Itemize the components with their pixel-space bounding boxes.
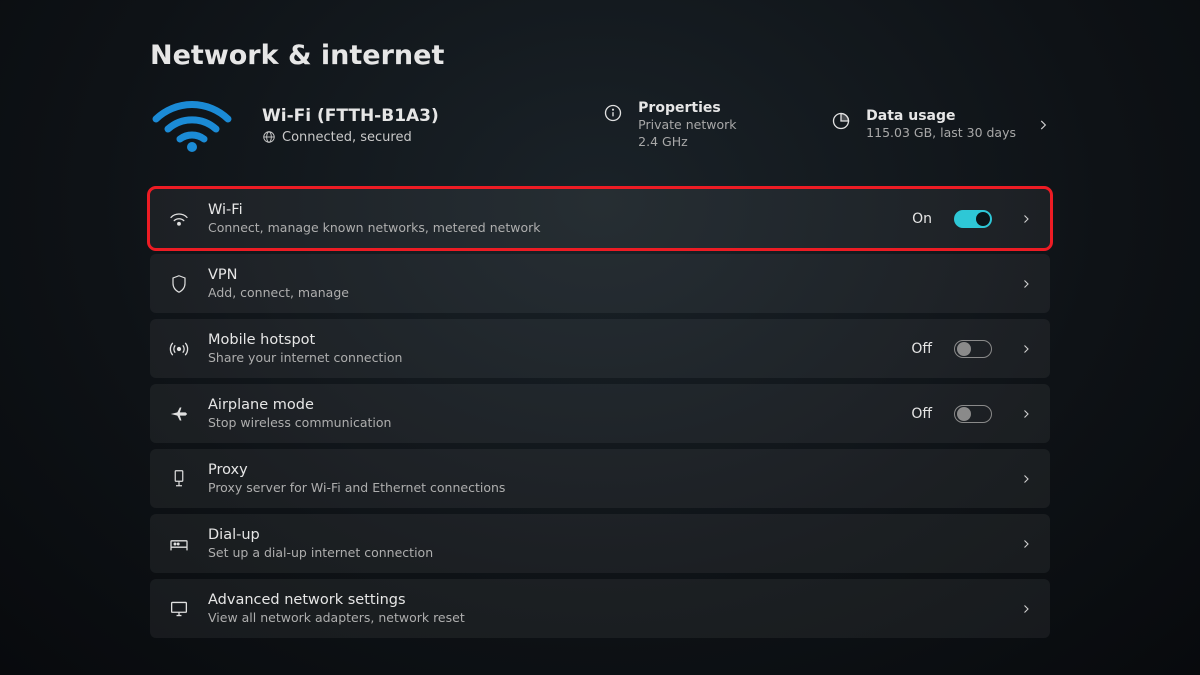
hotspot-state-label: Off bbox=[911, 341, 932, 357]
chevron-right-icon bbox=[1020, 343, 1032, 355]
monitor-icon bbox=[168, 600, 190, 618]
data-usage-button[interactable]: Data usage 115.03 GB, last 30 days bbox=[830, 108, 1050, 142]
row-vpn[interactable]: VPN Add, connect, manage bbox=[150, 254, 1050, 313]
properties-line1: Private network bbox=[638, 116, 736, 134]
connection-name: Wi-Fi (FTTH-B1A3) bbox=[262, 106, 439, 126]
chevron-right-icon bbox=[1020, 538, 1032, 550]
globe-icon bbox=[262, 130, 276, 144]
advanced-title: Advanced network settings bbox=[208, 592, 992, 608]
data-usage-line1: 115.03 GB, last 30 days bbox=[866, 124, 1016, 142]
wifi-state-label: On bbox=[912, 211, 932, 227]
settings-list: Wi-Fi Connect, manage known networks, me… bbox=[150, 189, 1050, 638]
hotspot-sub: Share your internet connection bbox=[208, 350, 893, 365]
airplane-state-label: Off bbox=[911, 406, 932, 422]
row-advanced-network[interactable]: Advanced network settings View all netwo… bbox=[150, 579, 1050, 638]
proxy-sub: Proxy server for Wi-Fi and Ethernet conn… bbox=[208, 480, 992, 495]
row-dialup[interactable]: Dial-up Set up a dial-up internet connec… bbox=[150, 514, 1050, 573]
row-airplane-mode[interactable]: Airplane mode Stop wireless communicatio… bbox=[150, 384, 1050, 443]
hotspot-title: Mobile hotspot bbox=[208, 332, 893, 348]
shield-icon bbox=[168, 274, 190, 294]
chevron-right-icon bbox=[1020, 603, 1032, 615]
row-proxy[interactable]: Proxy Proxy server for Wi-Fi and Etherne… bbox=[150, 449, 1050, 508]
data-usage-title: Data usage bbox=[866, 108, 1016, 124]
row-mobile-hotspot[interactable]: Mobile hotspot Share your internet conne… bbox=[150, 319, 1050, 378]
wifi-title: Wi-Fi bbox=[208, 202, 894, 218]
info-icon bbox=[602, 102, 624, 124]
chevron-right-icon bbox=[1020, 408, 1032, 420]
wifi-icon bbox=[168, 211, 190, 227]
proxy-title: Proxy bbox=[208, 462, 992, 478]
vpn-sub: Add, connect, manage bbox=[208, 285, 992, 300]
dialup-icon bbox=[168, 536, 190, 552]
network-status-row: Wi-Fi (FTTH-B1A3) Connected, secured Pro… bbox=[150, 95, 1050, 155]
wifi-signal-icon bbox=[150, 95, 234, 155]
wifi-toggle[interactable] bbox=[954, 210, 992, 228]
proxy-icon bbox=[168, 469, 190, 489]
dialup-title: Dial-up bbox=[208, 527, 992, 543]
chevron-right-icon bbox=[1036, 118, 1050, 132]
chevron-right-icon bbox=[1020, 473, 1032, 485]
wifi-sub: Connect, manage known networks, metered … bbox=[208, 220, 894, 235]
row-wifi[interactable]: Wi-Fi Connect, manage known networks, me… bbox=[150, 189, 1050, 248]
advanced-sub: View all network adapters, network reset bbox=[208, 610, 992, 625]
airplane-sub: Stop wireless communication bbox=[208, 415, 893, 430]
dialup-sub: Set up a dial-up internet connection bbox=[208, 545, 992, 560]
page-title: Network & internet bbox=[150, 40, 1050, 71]
airplane-icon bbox=[168, 405, 190, 423]
connection-info: Wi-Fi (FTTH-B1A3) Connected, secured bbox=[262, 106, 439, 145]
chevron-right-icon bbox=[1020, 213, 1032, 225]
chevron-right-icon bbox=[1020, 278, 1032, 290]
vpn-title: VPN bbox=[208, 267, 992, 283]
hotspot-toggle[interactable] bbox=[954, 340, 992, 358]
airplane-toggle[interactable] bbox=[954, 405, 992, 423]
data-usage-icon bbox=[830, 110, 852, 132]
properties-title: Properties bbox=[638, 100, 736, 116]
connection-status: Connected, secured bbox=[282, 130, 412, 145]
airplane-title: Airplane mode bbox=[208, 397, 893, 413]
properties-line2: 2.4 GHz bbox=[638, 133, 736, 151]
properties-button[interactable]: Properties Private network 2.4 GHz bbox=[602, 100, 802, 151]
hotspot-icon bbox=[168, 340, 190, 358]
